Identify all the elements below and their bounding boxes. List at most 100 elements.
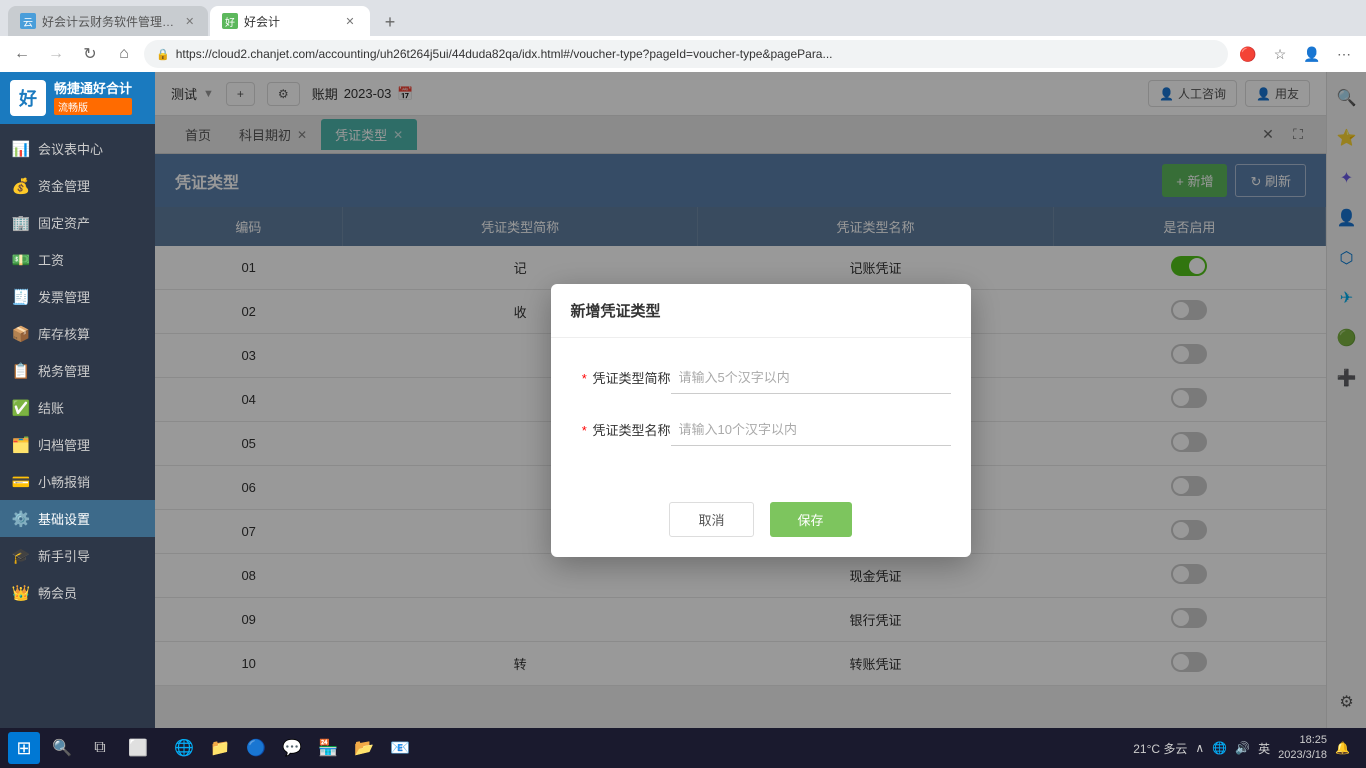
sidebar-item-tax[interactable]: 📋 税务管理 (0, 352, 155, 389)
taskbar-store[interactable]: 🏪 (312, 732, 344, 764)
expenses-icon: 💳 (12, 473, 30, 491)
back-button[interactable]: ← (8, 40, 36, 68)
sidebar-item-label-4: 发票管理 (38, 287, 90, 306)
short-label: * 凭证类型简称 (571, 368, 671, 387)
address-bar[interactable]: 🔒 https://cloud2.chanjet.com/accounting/… (144, 40, 1228, 68)
taskbar-search[interactable]: 🔍 (46, 732, 78, 764)
forward-button[interactable]: → (42, 40, 70, 68)
taskbar-date-value: 2023/3/18 (1278, 748, 1327, 763)
logo-badge: 流畅版 (54, 98, 132, 115)
short-label-text: 凭证类型简称 (592, 371, 670, 386)
tab1-label: 好会计云财务软件管理系统_会计 (42, 13, 178, 30)
taskbar-right: 21°C 多云 ∧ 🌐 🔊 英 18:25 2023/3/18 🔔 (1133, 733, 1358, 764)
taskbar-files[interactable]: 📂 (348, 732, 380, 764)
tab2-favicon: 好 (222, 13, 238, 29)
taskbar-widgets[interactable]: ⬜ (122, 732, 154, 764)
sidebar-item-label-8: 归档管理 (38, 435, 90, 454)
name-label-text: 凭证类型名称 (592, 423, 670, 438)
sidebar-item-label-7: 结账 (38, 398, 64, 417)
invoice-icon: 🧾 (12, 288, 30, 306)
taskbar-lang[interactable]: 英 (1258, 740, 1270, 757)
add-voucher-type-modal: 新增凭证类型 * 凭证类型简称 * 凭证类型名称 取消 保存 (551, 284, 971, 557)
browser-tabs: 云 好会计云财务软件管理系统_会计 ✕ 好 好会计 ✕ + (0, 0, 1366, 36)
sidebar-nav: 📊 会议表中心 💰 资金管理 🏢 固定资产 💵 工资 🧾 发票管理 📦 (0, 124, 155, 734)
form-row-short: * 凭证类型简称 (571, 362, 951, 394)
sidebar-item-label-1: 资金管理 (38, 176, 90, 195)
taskbar-multitask[interactable]: ⧉ (84, 732, 116, 764)
taskbar-sound: 🔊 (1235, 741, 1250, 755)
taskbar-weather: 21°C 多云 (1133, 740, 1187, 757)
taskbar-apps: 🌐 📁 🔵 💬 🏪 📂 📧 (160, 732, 1127, 764)
new-tab-button[interactable]: + (376, 8, 404, 36)
member-icon: 👑 (12, 584, 30, 602)
sidebar-item-label-5: 库存核算 (38, 324, 90, 343)
tax-icon: 📋 (12, 362, 30, 380)
taskbar-wechat[interactable]: 💬 (276, 732, 308, 764)
tab1-close[interactable]: ✕ (184, 13, 196, 29)
taskbar-explorer[interactable]: 📁 (204, 732, 236, 764)
name-label: * 凭证类型名称 (571, 420, 671, 439)
modal-title: 新增凭证类型 (571, 303, 661, 320)
taskbar-network: 🌐 (1212, 741, 1227, 755)
sidebar-item-archive[interactable]: 🗂️ 归档管理 (0, 426, 155, 463)
required-mark-name: * (582, 423, 587, 438)
lock-icon: 🔒 (156, 48, 170, 61)
sidebar-item-finance[interactable]: 💰 资金管理 (0, 167, 155, 204)
sidebar-logo[interactable]: 好 畅捷通好合计 流畅版 (0, 72, 155, 124)
taskbar: ⊞ 🔍 ⧉ ⬜ 🌐 📁 🔵 💬 🏪 📂 📧 21°C 多云 ∧ 🌐 🔊 英 18… (0, 728, 1366, 768)
browser-toolbar: ← → ↻ ⌂ 🔒 https://cloud2.chanjet.com/acc… (0, 36, 1366, 72)
cancel-button[interactable]: 取消 (669, 502, 753, 537)
sidebar-item-invoice[interactable]: 🧾 发票管理 (0, 278, 155, 315)
refresh-button[interactable]: ↻ (76, 40, 104, 68)
salary-icon: 💵 (12, 251, 30, 269)
modal-header: 新增凭证类型 (551, 284, 971, 338)
profile-button[interactable]: 👤 (1298, 40, 1326, 68)
finance-icon: 💰 (12, 177, 30, 195)
settings-icon: ⚙️ (12, 510, 30, 528)
name-input[interactable] (671, 414, 951, 446)
save-button[interactable]: 保存 (770, 502, 852, 537)
sidebar-item-guide[interactable]: 🎓 新手引导 (0, 537, 155, 574)
taskbar-mail[interactable]: 📧 (384, 732, 416, 764)
form-row-name: * 凭证类型名称 (571, 414, 951, 446)
modal-body: * 凭证类型简称 * 凭证类型名称 (551, 338, 971, 490)
browser-chrome: 云 好会计云财务软件管理系统_会计 ✕ 好 好会计 ✕ + ← → ↻ ⌂ 🔒 … (0, 0, 1366, 72)
bookmark-button[interactable]: ☆ (1266, 40, 1294, 68)
guide-icon: 🎓 (12, 547, 30, 565)
sidebar-item-inventory[interactable]: 📦 库存核算 (0, 315, 155, 352)
browser-tab-2[interactable]: 好 好会计 ✕ (210, 6, 370, 36)
sidebar-item-label-2: 固定资产 (38, 213, 90, 232)
sidebar-item-member[interactable]: 👑 畅会员 (0, 574, 155, 611)
dashboard-icon: 📊 (12, 140, 30, 158)
sidebar-item-label-10: 基础设置 (38, 509, 90, 528)
sidebar-item-settings[interactable]: ⚙️ 基础设置 (0, 500, 155, 537)
url-text: https://cloud2.chanjet.com/accounting/uh… (176, 47, 833, 61)
modal-overlay: 新增凭证类型 * 凭证类型简称 * 凭证类型名称 取消 保存 (155, 72, 1366, 768)
tab2-close[interactable]: ✕ (342, 13, 358, 29)
archive-icon: 🗂️ (12, 436, 30, 454)
tab1-favicon: 云 (20, 13, 36, 29)
assets-icon: 🏢 (12, 214, 30, 232)
home-button[interactable]: ⌂ (110, 40, 138, 68)
taskbar-notification[interactable]: 🔔 (1335, 741, 1350, 755)
extensions-button[interactable]: 🔴 (1234, 40, 1262, 68)
required-mark-short: * (582, 371, 587, 386)
browser-tab-1[interactable]: 云 好会计云财务软件管理系统_会计 ✕ (8, 6, 208, 36)
taskbar-clock[interactable]: 18:25 2023/3/18 (1278, 733, 1327, 764)
sidebar-item-salary[interactable]: 💵 工资 (0, 241, 155, 278)
sidebar-item-dashboard[interactable]: 📊 会议表中心 (0, 130, 155, 167)
short-input[interactable] (671, 362, 951, 394)
start-button[interactable]: ⊞ (8, 732, 40, 764)
sidebar-item-label-9: 小畅报销 (38, 472, 90, 491)
sidebar-item-label-6: 税务管理 (38, 361, 90, 380)
sidebar-item-expenses[interactable]: 💳 小畅报销 (0, 463, 155, 500)
taskbar-chevron[interactable]: ∧ (1195, 741, 1204, 755)
sidebar-item-close-accounts[interactable]: ✅ 结账 (0, 389, 155, 426)
sidebar-item-assets[interactable]: 🏢 固定资产 (0, 204, 155, 241)
sidebar: 好 畅捷通好合计 流畅版 📊 会议表中心 💰 资金管理 🏢 固定资产 💵 工资 (0, 72, 155, 768)
close-accounts-icon: ✅ (12, 399, 30, 417)
taskbar-edge[interactable]: 🔵 (240, 732, 272, 764)
taskbar-time-value: 18:25 (1278, 733, 1327, 748)
more-button[interactable]: ⋯ (1330, 40, 1358, 68)
taskbar-browser[interactable]: 🌐 (168, 732, 200, 764)
